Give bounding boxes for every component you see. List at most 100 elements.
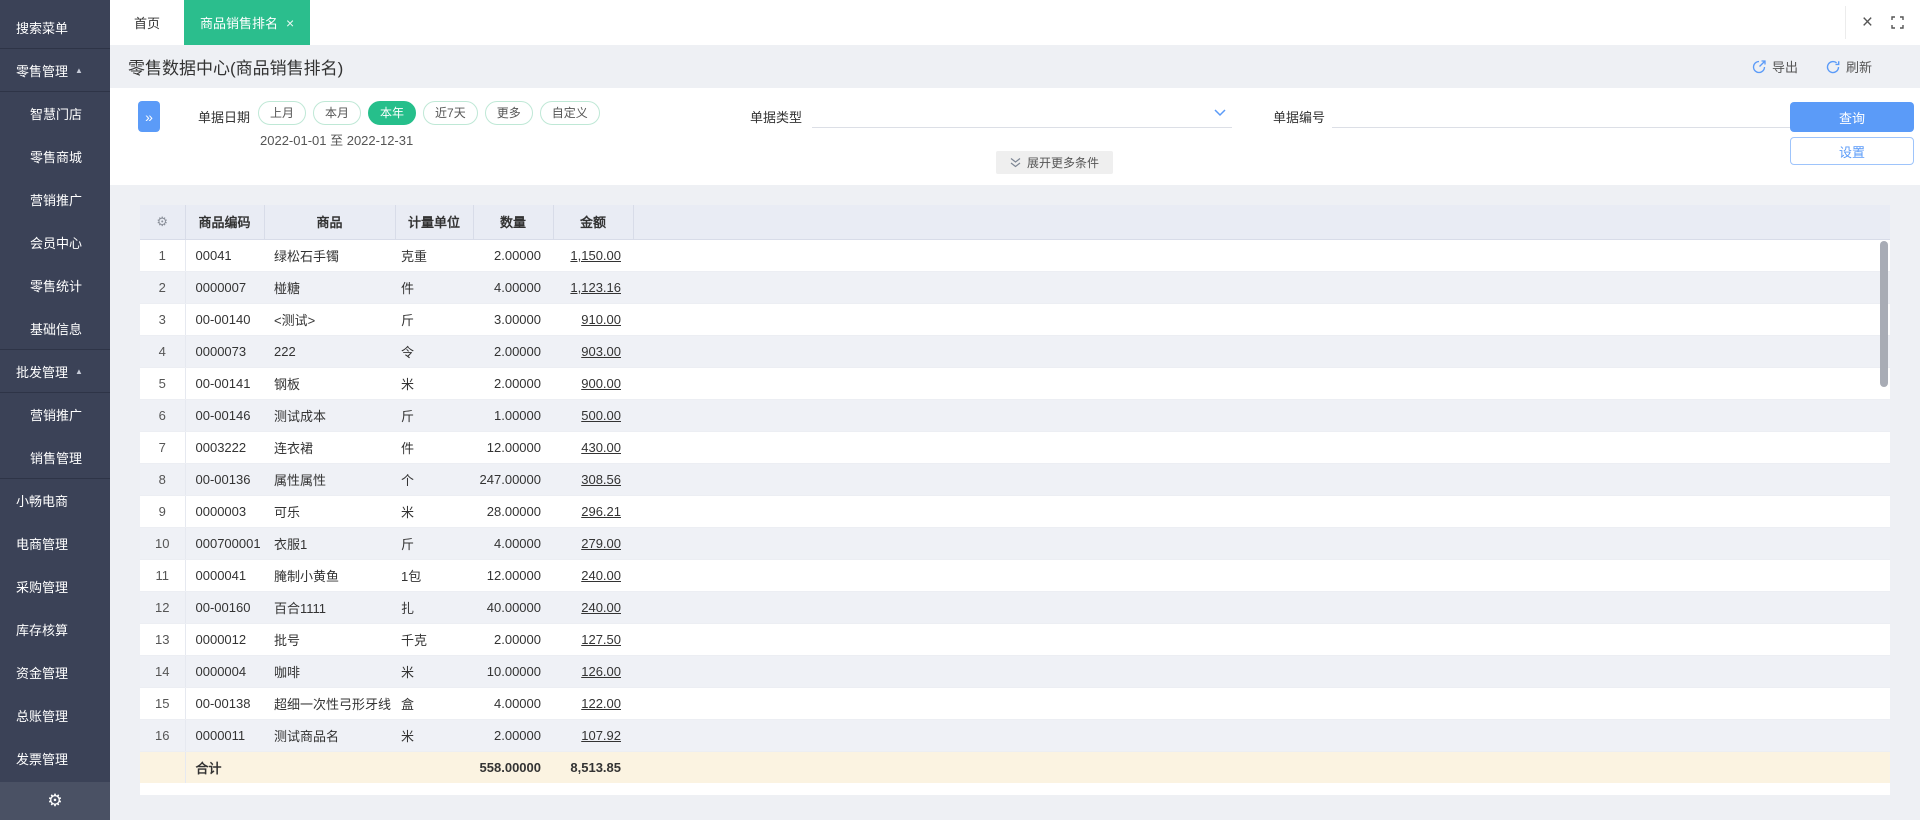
table-row[interactable]: 5 00-00141 钢板米 2.00000 900.00 [140,367,1890,400]
refresh-icon [1826,60,1840,74]
amount-link[interactable]: 240.00 [581,600,621,615]
amount-link[interactable]: 430.00 [581,440,621,455]
amount-link[interactable]: 296.21 [581,504,621,519]
date-pill-3[interactable]: 本年 [368,101,417,125]
date-pill-1[interactable]: 上月 [258,101,307,125]
filler-cell [633,431,1890,464]
doc-type-select[interactable] [812,97,1232,128]
sidebar-item-retail-management[interactable]: 零售管理 ▲ [0,49,110,92]
amount-link[interactable]: 1,123.16 [570,280,621,295]
page-header: 零售数据中心(商品销售排名) 导出 刷新 [110,45,1920,88]
row-number-cell: 12 [140,591,186,624]
amount-link[interactable]: 240.00 [581,568,621,583]
amount-cell: 122.00 [553,687,633,720]
table-row[interactable]: 3 00-00140 <测试> 斤 3.00000 910.00 [140,303,1890,336]
sidebar-item-retail-statistics[interactable]: 零售统计 [0,264,110,307]
product-name-cell: 属性属性 [264,463,395,496]
quantity-cell: 1.00000 [473,399,553,432]
sidebar-item-invoice-management[interactable]: 发票管理 [0,737,110,780]
total-row-spacer [140,751,186,783]
tab-close-icon[interactable]: × [286,15,294,31]
sidebar-item-label: 营销推广 [30,408,83,423]
amount-link[interactable]: 900.00 [581,376,621,391]
close-icon[interactable]: × [1862,13,1873,32]
amount-link[interactable]: 122.00 [581,696,621,711]
fullscreen-icon[interactable] [1891,16,1904,29]
table-row[interactable]: 2 0000007 椪糖件 4.00000 1,123.16 [140,271,1890,304]
amount-link[interactable]: 910.00 [581,312,621,327]
date-pill-6[interactable]: 自定义 [539,101,600,125]
table-row[interactable]: 10 000700001 衣服1 斤 4.00000 279.00 [140,527,1890,560]
column-header: 数量 [473,205,554,240]
sidebar-item-basic-info[interactable]: 基础信息 [0,307,110,350]
doc-date-label: 单据日期 [198,110,251,125]
sidebar-item-ecommerce-management[interactable]: 电商管理 [0,522,110,565]
date-pill-2[interactable]: 本月 [313,101,362,125]
sidebar-item-purchase-management[interactable]: 采购管理 [0,565,110,608]
sidebar-item-label: 发票管理 [16,752,69,767]
table-row[interactable]: 6 00-00146 测试成本斤 1.00000 500.00 [140,399,1890,432]
table-row[interactable]: 1 00041 绿松石手镯 克重 2.00000 1,150.00 [140,239,1890,272]
table-row[interactable]: 7 0003222 连衣裙件 12.00000 430.00 [140,431,1890,464]
settings-button[interactable]: 设置 [1790,137,1914,165]
sidebar-item-label: 销售管理 [30,450,83,466]
amount-link[interactable]: 107.92 [581,728,621,743]
sidebar-item-general-ledger[interactable]: 总账管理 [0,694,110,737]
column-settings-icon[interactable]: ⚙ [140,205,186,240]
amount-link[interactable]: 308.56 [581,472,621,487]
table-row[interactable]: 9 0000003 可乐米 28.00000 296.21 [140,495,1890,528]
amount-link[interactable]: 1,150.00 [570,248,621,263]
table-row[interactable]: 11 0000041 腌制小黄鱼 1包 12.00000 240.00 [140,559,1890,592]
sidebar-settings-button[interactable]: ⚙ [0,782,110,820]
table-row[interactable]: 13 0000012 批号 千克 2.00000 127.50 [140,623,1890,656]
sidebar-item-wholesale-management[interactable]: 批发管理 ▲ [0,350,110,393]
tab-product-sales-ranking[interactable]: 商品销售排名 × [184,0,311,45]
sidebar-item-search-menu[interactable]: 搜索菜单 [0,6,110,49]
sidebar-item-xiaochang-ecommerce[interactable]: 小畅电商 [0,479,110,522]
table-row[interactable]: 14 0000004 咖啡米 10.00000 126.00 [140,655,1890,688]
sidebar-item-funds-management[interactable]: 资金管理 [0,651,110,694]
doc-no-input[interactable] [1332,97,1790,128]
amount-cell: 279.00 [553,527,633,560]
product-code-cell: 0000073 [185,335,264,368]
filler-cell [633,399,1890,432]
unit-cell: 斤 [395,527,473,560]
collapse-filter-button[interactable]: » [138,101,160,132]
sidebar-item-sales-management[interactable]: 销售管理 [0,436,110,479]
amount-link[interactable]: 500.00 [581,408,621,423]
sidebar-item-member-center[interactable]: 会员中心 [0,221,110,264]
sidebar-item-retail-marketing[interactable]: 营销推广 [0,178,110,221]
product-name-cell: 测试成本 [264,399,395,432]
expand-more-button[interactable]: 展开更多条件 [996,151,1114,174]
refresh-label: 刷新 [1845,60,1872,75]
sidebar-item-wholesale-marketing[interactable]: 营销推广 [0,393,110,436]
quantity-cell: 2.00000 [473,623,553,656]
sidebar-item-inventory-accounting[interactable]: 库存核算 [0,608,110,651]
table-row[interactable]: 4 0000073 222 令 2.00000 903.00 [140,335,1890,368]
column-header: 商品编码 [185,205,265,240]
amount-link[interactable]: 903.00 [581,344,621,359]
table-scrollbar[interactable] [1880,241,1888,387]
export-button[interactable]: 导出 [1752,57,1798,76]
unit-cell: 米 [395,655,473,688]
main-area: 首页 商品销售排名 × × 零售数据中心(商品销售排名) 导出 刷新 » 单据日… [110,0,1920,820]
query-button[interactable]: 查询 [1790,102,1914,132]
total-product-cell [264,751,395,783]
refresh-button[interactable]: 刷新 [1826,57,1872,76]
amount-link[interactable]: 127.50 [581,632,621,647]
table-row[interactable]: 15 00-00138 超细一次性弓形牙线盒 4.00000 122.00 [140,687,1890,720]
sidebar-item-label: 基础信息 [30,321,83,337]
date-pill-4[interactable]: 近7天 [423,101,478,125]
date-pill-5[interactable]: 更多 [484,101,533,125]
amount-link[interactable]: 126.00 [581,664,621,679]
amount-link[interactable]: 279.00 [581,536,621,551]
table-row[interactable]: 12 00-00160 百合1111 扎 40.00000 240.00 [140,591,1890,624]
table-row[interactable]: 16 0000011 测试商品名米 2.00000 107.92 [140,719,1890,752]
sidebar-item-smart-store[interactable]: 智慧门店 [0,92,110,135]
tab-home[interactable]: 首页 [110,0,184,45]
product-name-cell: 百合1111 [264,591,395,624]
table-row[interactable]: 8 00-00136 属性属性个 247.00000 308.56 [140,463,1890,496]
unit-cell: 件 [395,431,473,464]
sidebar-item-retail-mall[interactable]: 零售商城 [0,135,110,178]
sidebar-item-label: 采购管理 [16,580,69,595]
